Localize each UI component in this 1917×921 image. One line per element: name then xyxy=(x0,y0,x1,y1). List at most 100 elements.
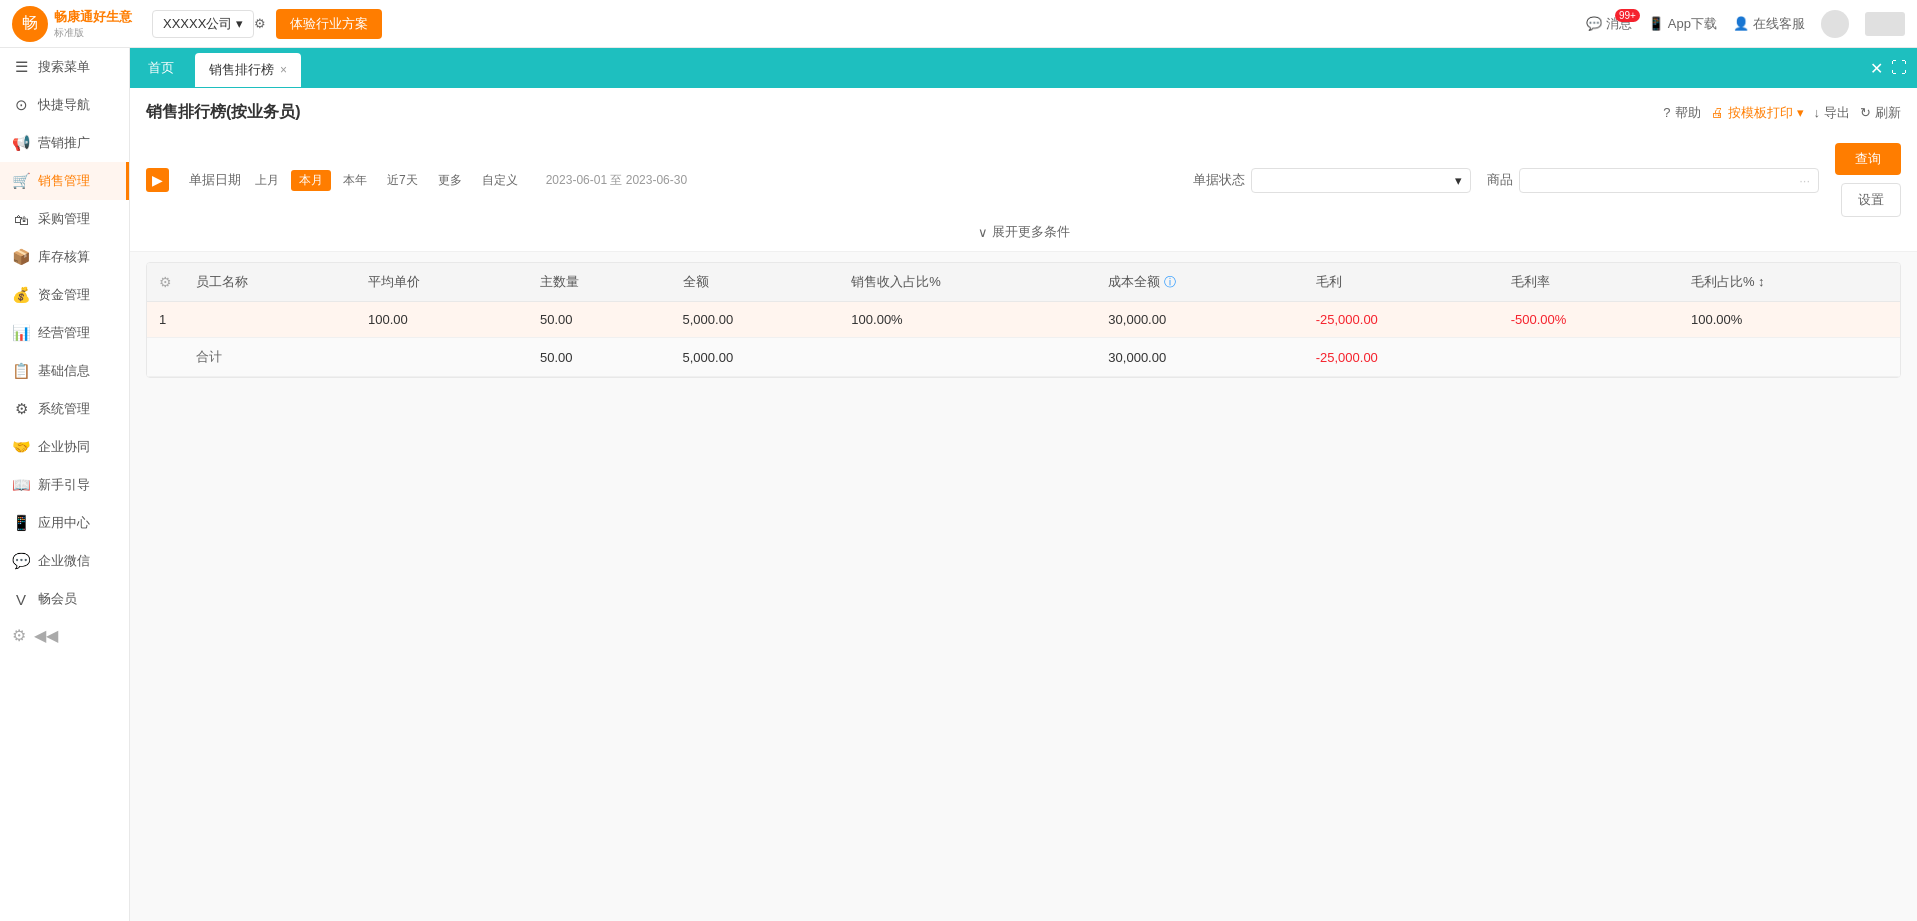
date-tab-custom[interactable]: 自定义 xyxy=(474,170,526,191)
sidebar-item-system[interactable]: ⚙ 系统管理 xyxy=(0,390,129,428)
collapse-icon[interactable]: ◀◀ xyxy=(34,626,58,645)
gross-sort-icon: ↕ xyxy=(1758,274,1765,289)
sidebar-icon-guide: 📖 xyxy=(12,476,30,494)
sidebar-item-search-order[interactable]: ☰ 搜索菜单 xyxy=(0,48,129,86)
query-button[interactable]: 查询 xyxy=(1835,143,1901,175)
filter-area: ▶ 单据日期 上月 本月 本年 近7天 更多 自定义 xyxy=(130,133,1917,252)
date-tab-this-month[interactable]: 本月 xyxy=(291,170,331,191)
sidebar-item-quick-nav[interactable]: ⊙ 快捷导航 xyxy=(0,86,129,124)
tab-home[interactable]: 首页 xyxy=(130,48,192,88)
date-range-text: 2023-06-01 至 2023-06-30 xyxy=(546,172,687,189)
sidebar-label-system: 系统管理 xyxy=(38,400,90,418)
status-label: 单据状态 xyxy=(1193,171,1245,189)
sidebar-label-vip: 畅会员 xyxy=(38,590,77,608)
logo-area: 畅 畅康通好生意 标准版 xyxy=(12,6,142,42)
trial-button[interactable]: 体验行业方案 xyxy=(276,9,382,39)
template-print-button[interactable]: 🖨 按模板打印 ▾ xyxy=(1711,104,1804,122)
sidebar-icon-app-center: 📱 xyxy=(12,514,30,532)
sidebar-item-basic-info[interactable]: 📋 基础信息 xyxy=(0,352,129,390)
tab-close-window-icon[interactable]: ✕ xyxy=(1870,59,1883,78)
message-badge: 99+ xyxy=(1615,9,1640,22)
sidebar: ☰ 搜索菜单 ⊙ 快捷导航 📢 营销推广 🛒 销售管理 🛍 采购管理 📦 库存核… xyxy=(0,48,130,921)
th-settings[interactable]: ⚙ xyxy=(147,263,184,302)
status-select[interactable]: ▾ xyxy=(1251,168,1471,193)
tab-restore-icon[interactable]: ⛶ xyxy=(1891,59,1907,77)
date-filter: 单据日期 上月 本月 本年 近7天 更多 自定义 xyxy=(189,170,526,191)
cell-gross-rate: -500.00% xyxy=(1499,302,1679,338)
data-table-container: ⚙ 员工名称 平均单价 主数量 全额 销售收入占比% 成本全额 ⓘ 毛利 毛利率… xyxy=(146,262,1901,378)
th-main-qty: 主数量 xyxy=(528,263,671,302)
help-icon: ? xyxy=(1663,105,1670,120)
print-dropdown-icon: ▾ xyxy=(1797,105,1804,120)
header-actions: ? 帮助 🖨 按模板打印 ▾ ↓ 导出 ↻ xyxy=(1663,104,1901,122)
cell-name xyxy=(184,302,356,338)
sidebar-item-operations[interactable]: 📊 经营管理 xyxy=(0,314,129,352)
filter-collapse-btn[interactable]: ▶ xyxy=(146,168,169,192)
sidebar-item-vip[interactable]: V 畅会员 xyxy=(0,580,129,618)
sidebar-icon-operations: 📊 xyxy=(12,324,30,342)
total-main-qty: 50.00 xyxy=(528,338,671,377)
sidebar-item-inventory[interactable]: 📦 库存核算 xyxy=(0,238,129,276)
filter-row: ▶ 单据日期 上月 本月 本年 近7天 更多 自定义 xyxy=(146,143,1901,217)
sidebar-item-guide[interactable]: 📖 新手引导 xyxy=(0,466,129,504)
online-service-label: 在线客服 xyxy=(1753,15,1805,33)
sidebar-item-purchase[interactable]: 🛍 采购管理 xyxy=(0,200,129,238)
date-tab-last-month[interactable]: 上月 xyxy=(247,170,287,191)
online-service-button[interactable]: 👤 在线客服 xyxy=(1733,15,1805,33)
cost-info-icon: ⓘ xyxy=(1164,275,1176,289)
goods-label: 商品 xyxy=(1487,171,1513,189)
message-icon: 💬 xyxy=(1586,16,1602,31)
settings-button[interactable]: 设置 xyxy=(1841,183,1901,217)
company-selector[interactable]: XXXXX公司 ▾ xyxy=(152,10,254,38)
date-tab-more[interactable]: 更多 xyxy=(430,170,470,191)
page-content: 销售排行榜(按业务员) ? 帮助 🖨 按模板打印 ▾ ↓ xyxy=(130,88,1917,921)
settings-icon[interactable]: ⚙ xyxy=(254,16,266,31)
sidebar-label-guide: 新手引导 xyxy=(38,476,90,494)
message-button[interactable]: 💬 消息 99+ xyxy=(1586,15,1632,33)
sidebar-label-marketing: 营销推广 xyxy=(38,134,90,152)
data-table: ⚙ 员工名称 平均单价 主数量 全额 销售收入占比% 成本全额 ⓘ 毛利 毛利率… xyxy=(147,263,1900,377)
sidebar-label-enterprise: 企业协同 xyxy=(38,438,90,456)
total-sales-ratio xyxy=(839,338,1096,377)
logo-icon: 畅 xyxy=(12,6,48,42)
export-button[interactable]: ↓ 导出 xyxy=(1814,104,1851,122)
sidebar-item-finance[interactable]: 💰 资金管理 xyxy=(0,276,129,314)
tab-bar: 首页 销售排行榜 × ✕ ⛶ xyxy=(130,48,1917,88)
sidebar-icon-vip: V xyxy=(12,590,30,608)
goods-select[interactable]: ··· xyxy=(1519,168,1819,193)
help-button[interactable]: ? 帮助 xyxy=(1663,104,1700,122)
sidebar-item-sales[interactable]: 🛒 销售管理 xyxy=(0,162,129,200)
dropdown-icon: ▾ xyxy=(236,16,243,31)
expand-more-btn[interactable]: ∨ 展开更多条件 xyxy=(146,223,1901,241)
sidebar-icon-search-order: ☰ xyxy=(12,58,30,76)
sidebar-item-marketing[interactable]: 📢 营销推广 xyxy=(0,124,129,162)
sidebar-icon-purchase: 🛍 xyxy=(12,210,30,228)
th-cost-amount: 成本全额 ⓘ xyxy=(1096,263,1303,302)
sidebar-icon-finance: 💰 xyxy=(12,286,30,304)
refresh-button[interactable]: ↻ 刷新 xyxy=(1860,104,1901,122)
print-icon: 🖨 xyxy=(1711,105,1724,120)
sidebar-icon-quick-nav: ⊙ xyxy=(12,96,30,114)
user-name xyxy=(1865,12,1905,36)
sidebar-item-app-center[interactable]: 📱 应用中心 xyxy=(0,504,129,542)
gear-footer-icon[interactable]: ⚙ xyxy=(12,626,26,645)
app-title: 畅康通好生意 xyxy=(54,8,132,26)
app-download-label: App下载 xyxy=(1668,15,1717,33)
sidebar-item-enterprise[interactable]: 🤝 企业协同 xyxy=(0,428,129,466)
th-gross-rate: 毛利率 xyxy=(1499,263,1679,302)
date-tab-this-year[interactable]: 本年 xyxy=(335,170,375,191)
sidebar-item-enterprise-wx[interactable]: 💬 企业微信 xyxy=(0,542,129,580)
sidebar-icon-enterprise-wx: 💬 xyxy=(12,552,30,570)
th-gross-profit: 毛利 xyxy=(1304,263,1499,302)
filter-expand-icon[interactable]: ▶ xyxy=(146,168,169,192)
app-download-button[interactable]: 📱 App下载 xyxy=(1648,15,1717,33)
total-avg-price xyxy=(356,338,528,377)
tab-sales-ranking[interactable]: 销售排行榜 × xyxy=(195,53,301,87)
tab-close-icon[interactable]: × xyxy=(280,63,287,77)
sidebar-icon-enterprise: 🤝 xyxy=(12,438,30,456)
total-gross-profit: -25,000.00 xyxy=(1304,338,1499,377)
sidebar-label-purchase: 采购管理 xyxy=(38,210,90,228)
avatar[interactable] xyxy=(1821,10,1849,38)
date-tab-7days[interactable]: 近7天 xyxy=(379,170,426,191)
total-amount: 5,000.00 xyxy=(671,338,840,377)
